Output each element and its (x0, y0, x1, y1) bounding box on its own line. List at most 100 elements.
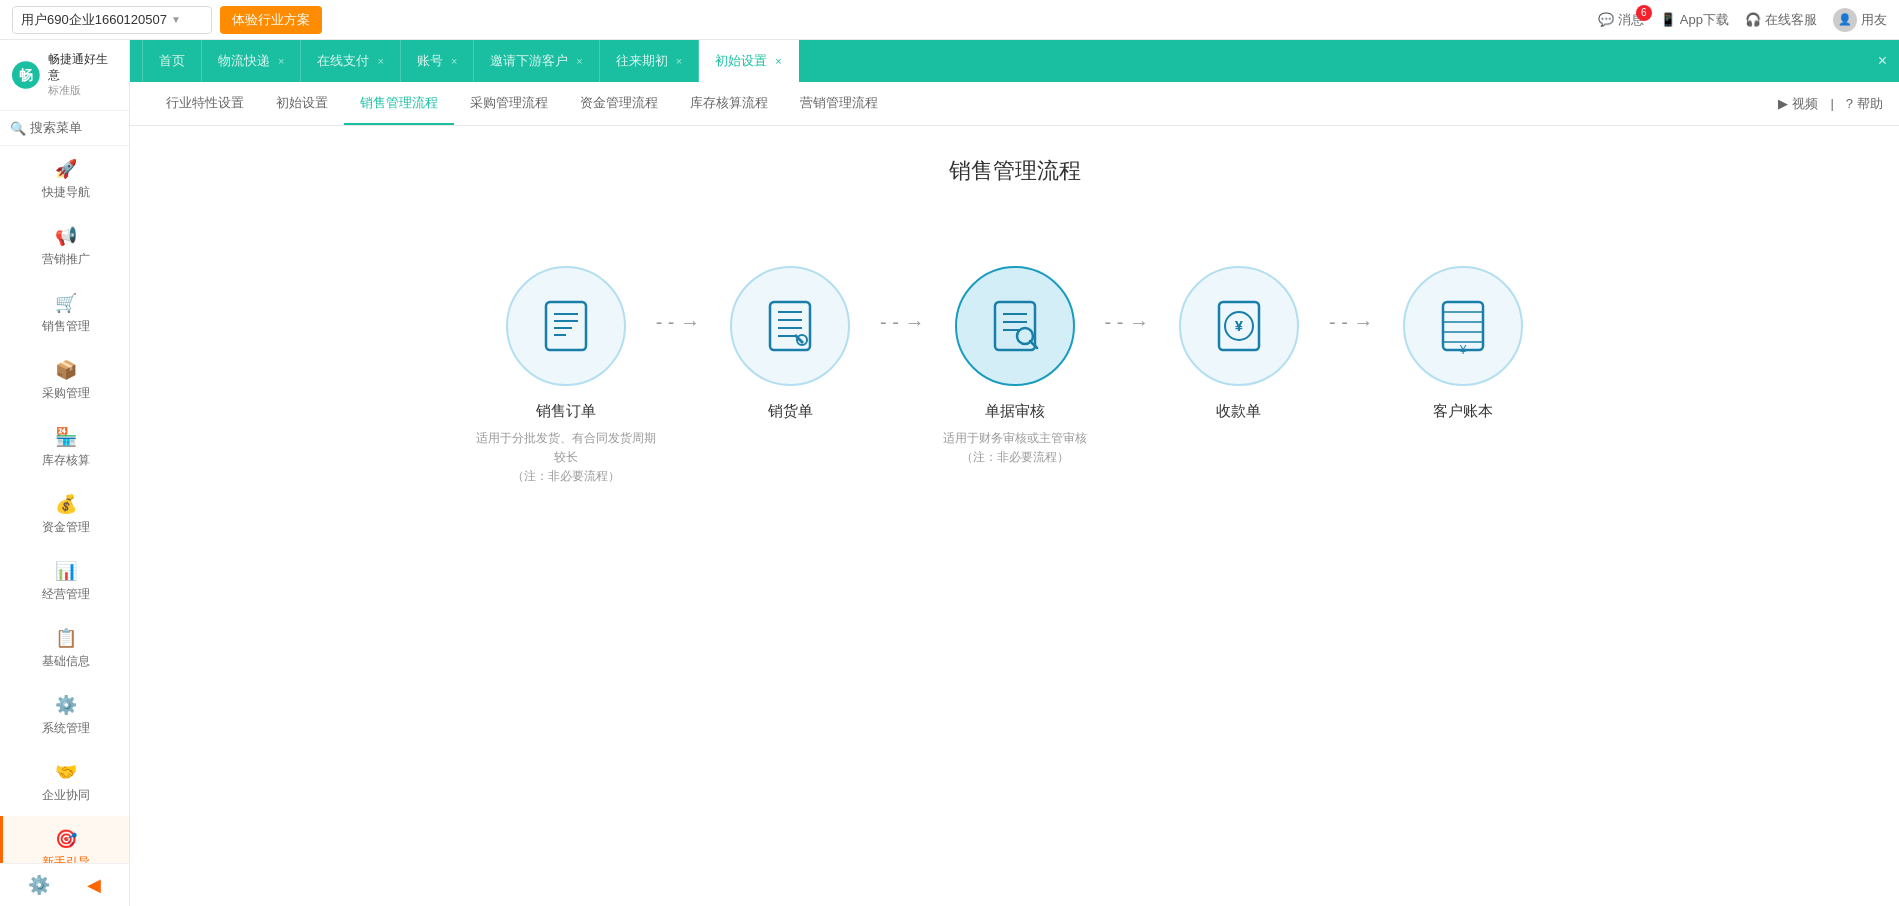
sidebar-item-kuaijie[interactable]: 🚀 快捷导航 (0, 146, 129, 213)
sales-bill-icon (760, 296, 820, 356)
video-action[interactable]: ▶ 视频 (1778, 95, 1818, 113)
trial-button[interactable]: 体验行业方案 (220, 6, 322, 34)
app-download-item[interactable]: 📱 App下载 (1660, 11, 1729, 29)
nav-icon: 🤝 (55, 761, 77, 783)
nav-tabs: 首页 物流快递 × 在线支付 × 账号 × 邀请下游客户 × 往来期初 × (130, 40, 1899, 82)
sidebar-item-yingxiao[interactable]: 📢 营销推广 (0, 213, 129, 280)
tab-close-icon[interactable]: × (775, 55, 781, 67)
sidebar-item-label: 库存核算 (42, 452, 90, 469)
collapse-icon[interactable]: ◀ (87, 874, 101, 896)
tab-home[interactable]: 首页 (142, 40, 202, 82)
flow-circle-salesbill[interactable] (730, 266, 850, 386)
content-area: 销售管理流程 销售订单 适用于分批发货、有合同发货周期较长（ (130, 126, 1899, 906)
app-icon: 📱 (1660, 12, 1676, 27)
sidebar-items: 🚀 快捷导航 📢 营销推广 🛒 销售管理 📦 采购管理 🏪 库存核算 💰 (0, 146, 129, 863)
chevron-down-icon: ▼ (171, 14, 181, 25)
sub-tab-finance-flow[interactable]: 资金管理流程 (564, 81, 674, 125)
sidebar-item-jingying[interactable]: 📊 经营管理 (0, 548, 129, 615)
step-desc: 适用于财务审核或主管审核（注：非必要流程） (943, 429, 1087, 467)
divider: | (1830, 96, 1833, 111)
help-label: 帮助 (1857, 95, 1883, 113)
flow-circle-receipt[interactable]: ¥ ¥ (1179, 266, 1299, 386)
flow-step-audit: 单据审核 适用于财务审核或主管审核（注：非必要流程） (925, 266, 1105, 467)
sidebar-item-jichu[interactable]: 📋 基础信息 (0, 615, 129, 682)
service-icon: 🎧 (1745, 12, 1761, 27)
sidebar-item-qiye[interactable]: 🤝 企业协同 (0, 749, 129, 816)
flow-circle-audit[interactable] (955, 266, 1075, 386)
sidebar-item-kucun[interactable]: 🏪 库存核算 (0, 414, 129, 481)
tab-logistics[interactable]: 物流快递 × (202, 40, 301, 82)
online-service-item[interactable]: 🎧 在线客服 (1745, 11, 1817, 29)
nav-icon: 📊 (55, 560, 77, 582)
top-header: 用户690企业1660120507 ▼ 体验行业方案 💬 消息 6 📱 App下… (0, 0, 1899, 40)
tab-label: 物流快递 (218, 52, 270, 70)
sidebar-item-caigou[interactable]: 📦 采购管理 (0, 347, 129, 414)
help-icon: ? (1846, 96, 1853, 111)
tab-close-icon[interactable]: × (576, 55, 582, 67)
tab-label: 邀请下游客户 (490, 52, 568, 70)
svg-text:¥: ¥ (1459, 343, 1467, 356)
flow-circle-ledger[interactable]: ¥ (1403, 266, 1523, 386)
search-label: 搜索菜单 (30, 119, 82, 137)
tab-label: 初始设置 (715, 52, 767, 70)
message-badge: 6 (1636, 5, 1652, 21)
sub-tab-actions: ▶ 视频 | ? 帮助 (1778, 95, 1883, 113)
sidebar-item-xinshou[interactable]: 🎯 新手引导 (0, 816, 129, 863)
tab-period[interactable]: 往来期初 × (600, 40, 699, 82)
close-all-tabs[interactable]: × (1866, 40, 1899, 82)
flow-arrow-4: - - → (1329, 266, 1373, 334)
sub-tab-purchase-flow[interactable]: 采购管理流程 (454, 81, 564, 125)
sub-tab-industry[interactable]: 行业特性设置 (150, 81, 260, 125)
logo-sub: 标准版 (48, 83, 119, 98)
sidebar-item-label: 企业协同 (42, 787, 90, 804)
page-title: 销售管理流程 (170, 156, 1859, 186)
sidebar-logo: 畅 畅捷通好生意 标准版 (0, 40, 129, 111)
flow-circle-salesorder[interactable] (506, 266, 626, 386)
tab-init[interactable]: 初始设置 × (699, 40, 798, 82)
flow-step-salesbill: 销货单 (700, 266, 880, 429)
tab-payment[interactable]: 在线支付 × (301, 40, 400, 82)
user-selector[interactable]: 用户690企业1660120507 ▼ (12, 6, 212, 34)
tab-close-icon[interactable]: × (377, 55, 383, 67)
sub-tab-init[interactable]: 初始设置 (260, 81, 344, 125)
sidebar-search[interactable]: 🔍 搜索菜单 (0, 111, 129, 146)
tab-label: 账号 (417, 52, 443, 70)
flow-diagram: 销售订单 适用于分批发货、有合同发货周期较长（注：非必要流程） - - → (170, 246, 1859, 507)
settings-icon[interactable]: ⚙️ (28, 874, 50, 896)
sidebar: 畅 畅捷通好生意 标准版 🔍 搜索菜单 🚀 快捷导航 📢 营销推广 🛒 销售管理 (0, 40, 130, 906)
sidebar-item-label: 快捷导航 (42, 184, 90, 201)
step-name: 收款单 (1216, 402, 1261, 421)
help-action[interactable]: ? 帮助 (1846, 95, 1883, 113)
sales-order-icon (536, 296, 596, 356)
tab-label: 首页 (159, 52, 185, 70)
sidebar-item-label: 新手引导 (42, 854, 90, 863)
search-icon: 🔍 (10, 121, 26, 136)
user-item[interactable]: 👤 用友 (1833, 8, 1887, 32)
sidebar-item-zijin[interactable]: 💰 资金管理 (0, 481, 129, 548)
nav-icon: 🎯 (55, 828, 77, 850)
step-name: 单据审核 (985, 402, 1045, 421)
app-label: App下载 (1680, 11, 1729, 29)
tab-close-icon[interactable]: × (278, 55, 284, 67)
tab-invite[interactable]: 邀请下游客户 × (474, 40, 599, 82)
svg-rect-2 (546, 302, 586, 350)
flow-arrow-2: - - → (880, 266, 924, 334)
sidebar-item-label: 采购管理 (42, 385, 90, 402)
tab-close-icon[interactable]: × (676, 55, 682, 67)
sidebar-item-xiaoshou[interactable]: 🛒 销售管理 (0, 280, 129, 347)
tab-account[interactable]: 账号 × (401, 40, 474, 82)
sub-tabs: 行业特性设置 初始设置 销售管理流程 采购管理流程 资金管理流程 库存核算流程 … (130, 82, 1899, 126)
nav-icon: 💰 (55, 493, 77, 515)
sub-tab-marketing-flow[interactable]: 营销管理流程 (784, 81, 894, 125)
flow-arrow-1: - - → (656, 266, 700, 334)
user-name-label: 用友 (1861, 11, 1887, 29)
tab-close-icon[interactable]: × (451, 55, 457, 67)
nav-icon: ⚙️ (55, 694, 77, 716)
sidebar-item-xitong[interactable]: ⚙️ 系统管理 (0, 682, 129, 749)
sub-tab-sales-flow[interactable]: 销售管理流程 (344, 81, 454, 125)
receipt-icon: ¥ ¥ (1209, 296, 1269, 356)
sub-tab-inventory-flow[interactable]: 库存核算流程 (674, 81, 784, 125)
step-name: 销售订单 (536, 402, 596, 421)
logo-icon: 畅 (10, 59, 42, 91)
message-item[interactable]: 💬 消息 6 (1598, 11, 1644, 29)
